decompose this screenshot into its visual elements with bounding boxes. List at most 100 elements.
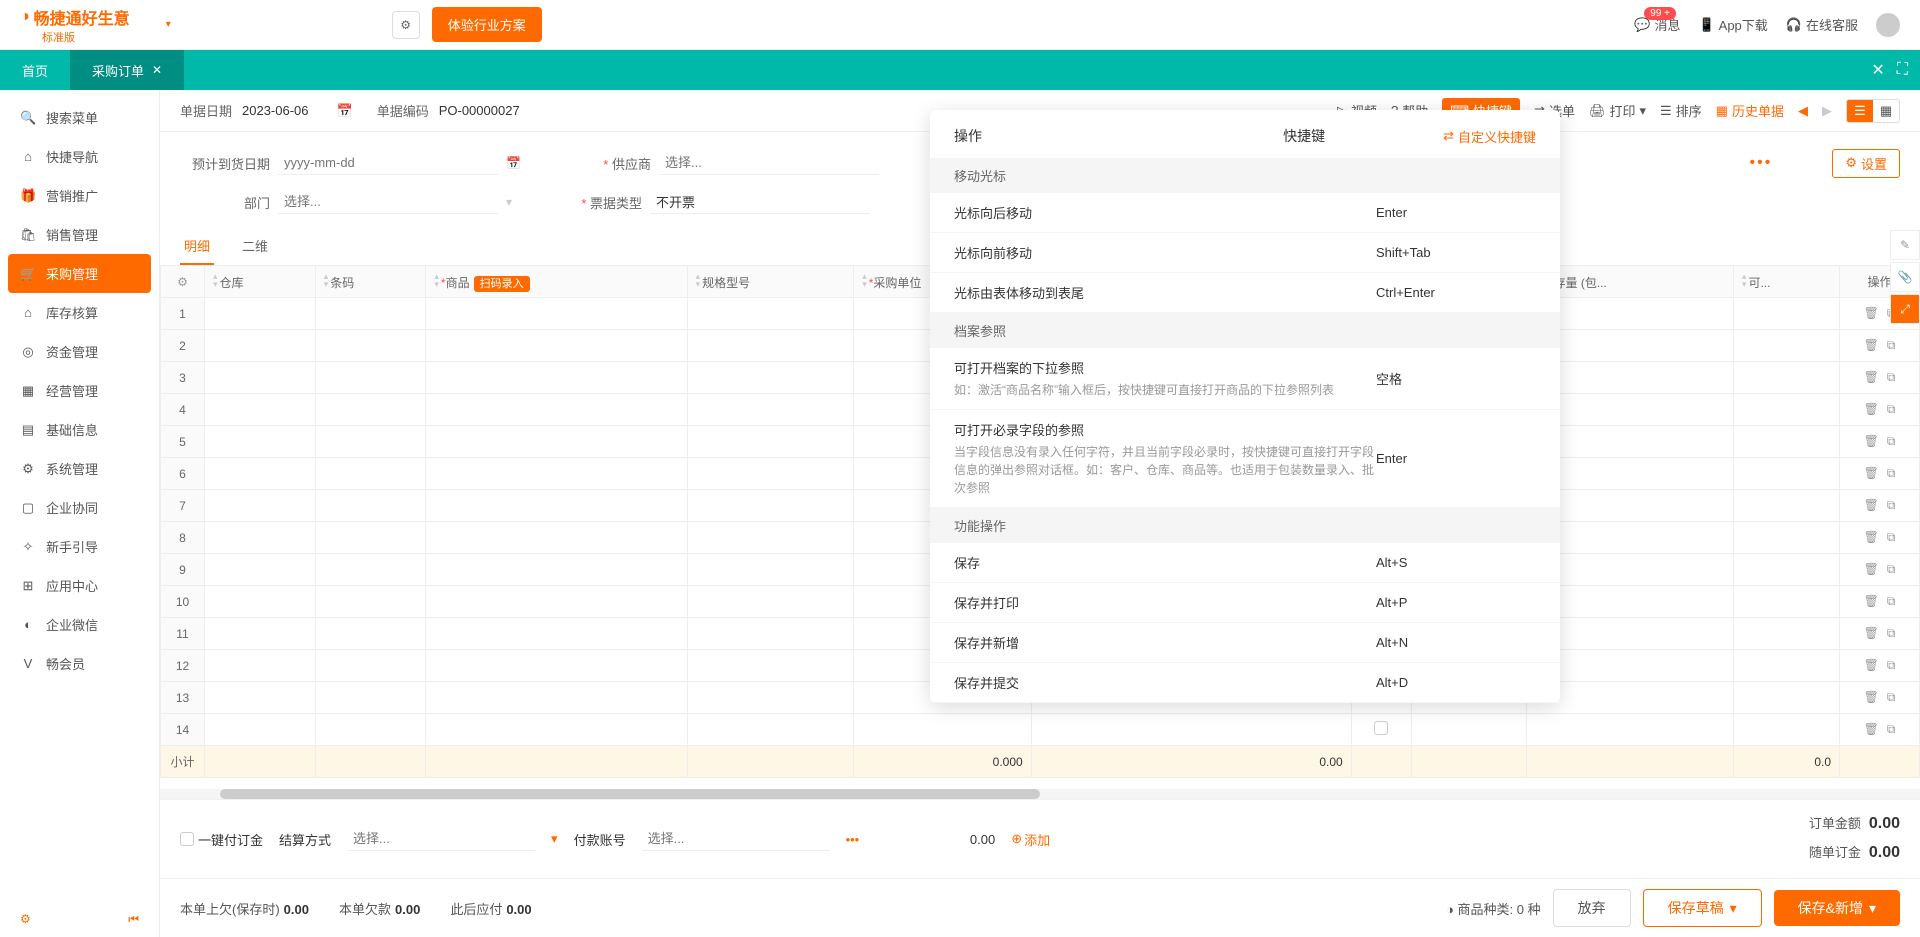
supplier-select[interactable] [659, 151, 879, 175]
col-config[interactable]: ⚙ [161, 266, 205, 298]
fullscreen-toggle[interactable]: ⛶ [1897, 61, 1908, 79]
sidebar-item[interactable]: 🛒采购管理 [8, 254, 151, 293]
col-warehouse[interactable]: ▴▾仓库 [205, 266, 316, 298]
print-menu[interactable]: 🖨 打印 ▾ [1589, 101, 1646, 120]
copy-row-icon[interactable]: ⧉ [1887, 466, 1896, 480]
pay-amount[interactable]: 0.00 [875, 832, 995, 847]
col-avail[interactable]: ▴▾可... [1733, 266, 1839, 298]
calendar-icon[interactable]: 📅 [506, 156, 521, 170]
sidebar-item[interactable]: ⊞应用中心 [0, 566, 159, 605]
table-row[interactable]: 14🗑⧉ [161, 714, 1920, 746]
try-industry-button[interactable]: 体验行业方案 [432, 7, 542, 42]
app-download-link[interactable]: 📱App下载 [1698, 15, 1767, 34]
next-doc[interactable]: ▶ [1822, 103, 1832, 119]
copy-row-icon[interactable]: ⧉ [1887, 562, 1896, 576]
copy-row-icon[interactable]: ⧉ [1887, 370, 1896, 384]
delete-row-icon[interactable]: 🗑 [1864, 722, 1879, 736]
workspace-tabs: 首页 采购订单✕ ✕ ⛶ [0, 50, 1920, 90]
discard-button[interactable]: 放弃 [1553, 889, 1631, 927]
arrival-date-input[interactable] [278, 151, 498, 175]
col-barcode[interactable]: ▴▾条码 [315, 266, 426, 298]
delete-row-icon[interactable]: 🗑 [1864, 530, 1879, 544]
sidebar-item[interactable]: ▤基础信息 [0, 410, 159, 449]
org-selector[interactable]: ▾ [160, 19, 380, 30]
rail-expand[interactable]: ⤢ [1890, 294, 1920, 324]
copy-row-icon[interactable]: ⧉ [1887, 434, 1896, 448]
prev-doc[interactable]: ◀ [1798, 103, 1808, 119]
copy-row-icon[interactable]: ⧉ [1887, 402, 1896, 416]
delete-row-icon[interactable]: 🗑 [1864, 562, 1879, 576]
col-spec[interactable]: ▴▾规格型号 [687, 266, 854, 298]
copy-row-icon[interactable]: ⧉ [1887, 498, 1896, 512]
sidebar-item[interactable]: ⌂快捷导航 [0, 137, 159, 176]
pay-account-select[interactable] [642, 827, 830, 851]
delete-row-icon[interactable]: 🗑 [1864, 658, 1879, 672]
tab-dimension[interactable]: 二维 [238, 228, 272, 265]
copy-row-icon[interactable]: ⧉ [1887, 338, 1896, 352]
rail-note[interactable]: ✎ [1890, 230, 1920, 260]
headset-icon: 🎧 [1786, 17, 1802, 33]
delete-row-icon[interactable]: 🗑 [1864, 434, 1879, 448]
rail-attach[interactable]: 📎 [1890, 262, 1920, 292]
close-all-tabs[interactable]: ✕ [1871, 60, 1884, 80]
custom-shortcut-link[interactable]: ⇄ 自定义快捷键 [1443, 127, 1536, 146]
tab-detail[interactable]: 明细 [180, 228, 214, 265]
settings-button[interactable]: ⚙ 设置 [1832, 149, 1900, 178]
tab-home[interactable]: 首页 [0, 50, 70, 90]
horizontal-scrollbar[interactable] [160, 789, 1920, 799]
sidebar-settings[interactable]: ⚙ [20, 912, 31, 927]
row-checkbox[interactable] [1374, 721, 1388, 735]
copy-row-icon[interactable]: ⧉ [1887, 530, 1896, 544]
copy-row-icon[interactable]: ⧉ [1887, 722, 1896, 736]
delete-row-icon[interactable]: 🗑 [1864, 338, 1879, 352]
delete-row-icon[interactable]: 🗑 [1864, 626, 1879, 640]
add-payment-link[interactable]: ⊕ 添加 [1011, 830, 1050, 849]
online-cs-link[interactable]: 🎧在线客服 [1786, 15, 1858, 34]
nav-icon: ◎ [20, 344, 36, 360]
sidebar-item[interactable]: 🎁营销推广 [0, 176, 159, 215]
user-menu[interactable] [1876, 13, 1900, 37]
copy-row-icon[interactable]: ⧉ [1887, 594, 1896, 608]
sidebar-item[interactable]: ▢企业协同 [0, 488, 159, 527]
delete-row-icon[interactable]: 🗑 [1864, 498, 1879, 512]
copy-row-icon[interactable]: ⧉ [1887, 690, 1896, 704]
invoice-type-select[interactable] [650, 190, 870, 214]
calendar-icon[interactable]: 📅 [337, 103, 353, 119]
messages-link[interactable]: 💬消息99 + [1634, 15, 1680, 34]
sidebar-item[interactable]: ▦经营管理 [0, 371, 159, 410]
org-settings-button[interactable]: ⚙ [392, 11, 420, 39]
sort-menu[interactable]: ☰ 排序 [1660, 101, 1702, 120]
save-and-new-button[interactable]: 保存&新增▾ [1774, 890, 1900, 926]
delete-row-icon[interactable]: 🗑 [1864, 466, 1879, 480]
onekey-deposit-check[interactable]: 一键付订金 [180, 830, 263, 849]
delete-row-icon[interactable]: 🗑 [1864, 402, 1879, 416]
delete-row-icon[interactable]: 🗑 [1864, 594, 1879, 608]
view-card[interactable]: ▦ [1873, 100, 1899, 122]
sidebar-item[interactable]: 🔍搜索菜单 [0, 98, 159, 137]
settle-method-select[interactable] [347, 827, 535, 851]
sidebar-item[interactable]: V畅会员 [0, 644, 159, 683]
delete-row-icon[interactable]: 🗑 [1864, 306, 1879, 320]
sidebar-item[interactable]: ⌂库存核算 [0, 293, 159, 332]
nav-icon: ◐ [20, 617, 36, 632]
sidebar-item[interactable]: ✧新手引导 [0, 527, 159, 566]
scan-entry-chip[interactable]: 扫码录入 [474, 276, 530, 292]
sidebar-item[interactable]: ◎资金管理 [0, 332, 159, 371]
copy-row-icon[interactable]: ⧉ [1887, 626, 1896, 640]
dept-select[interactable] [278, 190, 498, 214]
delete-row-icon[interactable]: 🗑 [1864, 690, 1879, 704]
close-icon[interactable]: ✕ [152, 63, 162, 77]
sidebar-item[interactable]: ⚙系统管理 [0, 449, 159, 488]
sidebar-item[interactable]: 🛍销售管理 [0, 215, 159, 254]
copy-row-icon[interactable]: ⧉ [1887, 658, 1896, 672]
col-product[interactable]: ▴▾*商品扫码录入 [426, 266, 687, 298]
sidebar-item[interactable]: ◐企业微信 [0, 605, 159, 644]
view-list[interactable]: ☰ [1847, 100, 1873, 122]
history-link[interactable]: ▦ 历史单据 [1716, 101, 1784, 120]
nav-icon: ▢ [20, 500, 36, 516]
doc-date[interactable]: 2023-06-06 [242, 103, 309, 118]
delete-row-icon[interactable]: 🗑 [1864, 370, 1879, 384]
save-draft-button[interactable]: 保存草稿▾ [1643, 889, 1762, 927]
sidebar-collapse[interactable]: ⏮ [128, 912, 139, 927]
tab-purchase-order[interactable]: 采购订单✕ [70, 50, 184, 90]
